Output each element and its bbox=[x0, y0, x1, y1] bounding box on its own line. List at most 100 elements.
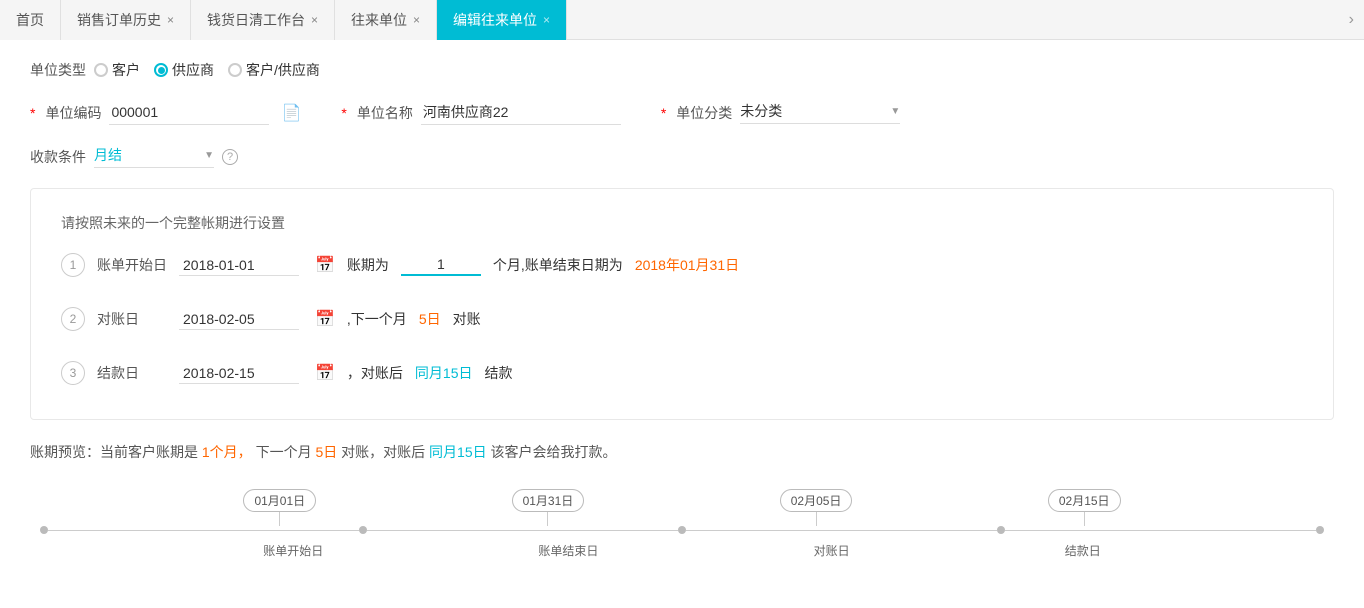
close-icon[interactable]: × bbox=[413, 14, 420, 26]
unit-type-row: 单位类型 客户 供应商 客户/供应商 bbox=[30, 60, 1334, 80]
step2-highlight: 5日 bbox=[419, 309, 441, 329]
preview-highlight2: 5日 bbox=[315, 444, 337, 460]
step3-suffix2: 结款 bbox=[485, 363, 513, 383]
help-icon[interactable]: ? bbox=[222, 149, 238, 165]
radio-both[interactable]: 客户/供应商 bbox=[228, 60, 320, 80]
tab-cashbook-label: 钱货日清工作台 bbox=[207, 10, 305, 30]
tab-sales-history[interactable]: 销售订单历史 × bbox=[61, 0, 191, 40]
tab-sales-history-label: 销售订单历史 bbox=[77, 10, 161, 30]
preview-middle1: 下一个月 bbox=[256, 444, 312, 460]
step3-date-input[interactable] bbox=[179, 363, 299, 384]
timeline-end-dot bbox=[1316, 526, 1324, 534]
radio-customer-circle bbox=[94, 63, 108, 77]
timeline-node-2: 01月31日 bbox=[512, 489, 585, 526]
tab-partner-label: 往来单位 bbox=[351, 10, 407, 30]
required-star: * bbox=[30, 105, 35, 121]
period-settings-section: 请按照未来的一个完整帐期进行设置 1 账单开始日 📅 账期为 个月,账单结束日期… bbox=[30, 188, 1334, 420]
payment-terms-item: 收款条件 月结 ▼ ? bbox=[30, 145, 238, 168]
tab-home-label: 首页 bbox=[16, 10, 44, 30]
unit-name-item: * 单位名称 bbox=[341, 100, 620, 125]
unit-code-label: 单位编码 bbox=[45, 103, 101, 123]
radio-supplier-circle bbox=[154, 63, 168, 77]
close-icon[interactable]: × bbox=[311, 14, 318, 26]
close-icon[interactable]: × bbox=[543, 14, 550, 26]
unit-name-label: 单位名称 bbox=[357, 103, 413, 123]
preview-highlight3: 同月15日 bbox=[429, 444, 487, 460]
step2-suffix1: ,下一个月 bbox=[347, 309, 407, 329]
timeline-node2-badge: 01月31日 bbox=[512, 489, 585, 512]
unit-type-radio-group: 客户 供应商 客户/供应商 bbox=[94, 60, 320, 80]
step1-date-input[interactable] bbox=[179, 255, 299, 276]
payment-terms-row: 收款条件 月结 ▼ ? bbox=[30, 145, 1334, 168]
timeline-node2-vline bbox=[547, 512, 548, 526]
step3-suffix1: ，对账后 bbox=[347, 363, 403, 383]
timeline-label-4: 结款日 bbox=[1065, 542, 1101, 559]
unit-category-select[interactable]: 未分类 ▼ bbox=[740, 101, 900, 124]
chevron-down-icon: ▼ bbox=[890, 106, 900, 117]
timeline-node-3: 02月05日 bbox=[780, 489, 853, 526]
step1-period-input[interactable] bbox=[401, 254, 481, 276]
unit-info-row: * 单位编码 📄 * 单位名称 * 单位分类 未分类 ▼ bbox=[30, 100, 1334, 125]
calendar-icon[interactable]: 📅 bbox=[315, 363, 335, 383]
step2-label: 对账日 bbox=[97, 309, 167, 329]
preview-suffix: 该客户会给我打款。 bbox=[491, 444, 617, 460]
step1-end-date: 2018年01月31日 bbox=[635, 255, 739, 275]
unit-category-value: 未分类 bbox=[740, 101, 782, 121]
unit-type-item: 单位类型 客户 供应商 客户/供应商 bbox=[30, 60, 320, 80]
unit-code-item: * 单位编码 📄 bbox=[30, 100, 301, 125]
payment-terms-value: 月结 bbox=[94, 145, 122, 165]
tab-more-button[interactable]: › bbox=[1339, 11, 1364, 29]
timeline-label-2: 账单结束日 bbox=[538, 542, 598, 559]
timeline-segment1 bbox=[48, 530, 359, 531]
unit-name-input[interactable] bbox=[421, 100, 621, 125]
required-star: * bbox=[661, 105, 666, 121]
copy-icon[interactable]: 📄 bbox=[281, 103, 301, 123]
section-hint: 请按照未来的一个完整帐期进行设置 bbox=[61, 213, 1303, 233]
payment-terms-select[interactable]: 月结 ▼ bbox=[94, 145, 214, 168]
timeline-line-row bbox=[40, 526, 1324, 534]
timeline-node4-vline bbox=[1084, 512, 1085, 526]
payment-terms-label: 收款条件 bbox=[30, 147, 86, 167]
timeline: 01月01日 01月31日 02月05日 02月15日 bbox=[30, 489, 1334, 559]
step1-period-label: 账期为 bbox=[347, 255, 389, 275]
timeline-node4-badge: 02月15日 bbox=[1048, 489, 1121, 512]
calendar-icon[interactable]: 📅 bbox=[315, 309, 335, 329]
timeline-label-3: 对账日 bbox=[814, 542, 850, 559]
radio-supplier[interactable]: 供应商 bbox=[154, 60, 214, 80]
timeline-node3-vline bbox=[816, 512, 817, 526]
required-star: * bbox=[341, 105, 346, 121]
calendar-icon[interactable]: 📅 bbox=[315, 255, 335, 275]
tab-partner[interactable]: 往来单位 × bbox=[335, 0, 437, 40]
radio-customer-label: 客户 bbox=[112, 60, 140, 80]
timeline-dot-2 bbox=[678, 526, 686, 534]
unit-type-label: 单位类型 bbox=[30, 60, 86, 80]
tab-home[interactable]: 首页 bbox=[0, 0, 61, 40]
timeline-label-1: 账单开始日 bbox=[263, 542, 323, 559]
step3-highlight: 同月15日 bbox=[415, 363, 473, 383]
preview-text: 账期预览：当前客户账期是 1个月， 下一个月 5日 对账，对账后 同月15日 该… bbox=[30, 440, 1334, 465]
timeline-labels-row: 账单开始日 账单结束日 对账日 结款日 bbox=[40, 542, 1324, 559]
step1-row: 1 账单开始日 📅 账期为 个月,账单结束日期为 2018年01月31日 bbox=[61, 253, 1303, 277]
tab-bar: 首页 销售订单历史 × 钱货日清工作台 × 往来单位 × 编辑往来单位 × › bbox=[0, 0, 1364, 40]
main-content: 单位类型 客户 供应商 客户/供应商 * 单位编码 bbox=[0, 40, 1364, 608]
unit-code-input[interactable] bbox=[109, 100, 269, 125]
radio-customer[interactable]: 客户 bbox=[94, 60, 140, 80]
close-icon[interactable]: × bbox=[167, 14, 174, 26]
timeline-segment3 bbox=[686, 530, 997, 531]
radio-supplier-label: 供应商 bbox=[172, 60, 214, 80]
timeline-segment4 bbox=[1005, 530, 1316, 531]
radio-both-label: 客户/供应商 bbox=[246, 60, 320, 80]
tab-cashbook[interactable]: 钱货日清工作台 × bbox=[191, 0, 335, 40]
step2-date-input[interactable] bbox=[179, 309, 299, 330]
tab-edit-partner-label: 编辑往来单位 bbox=[453, 10, 537, 30]
preview-prefix: 账期预览：当前客户账期是 bbox=[30, 444, 198, 460]
step2-suffix2: 对账 bbox=[453, 309, 481, 329]
preview-highlight1: 1个月， bbox=[202, 444, 252, 460]
step3-number: 3 bbox=[61, 361, 85, 385]
timeline-segment2 bbox=[367, 530, 678, 531]
step1-period-unit: 个月,账单结束日期为 bbox=[493, 255, 623, 275]
chevron-down-icon: ▼ bbox=[204, 150, 214, 161]
tab-edit-partner[interactable]: 编辑往来单位 × bbox=[437, 0, 567, 40]
unit-category-label: 单位分类 bbox=[676, 103, 732, 123]
timeline-node1-badge: 01月01日 bbox=[243, 489, 316, 512]
